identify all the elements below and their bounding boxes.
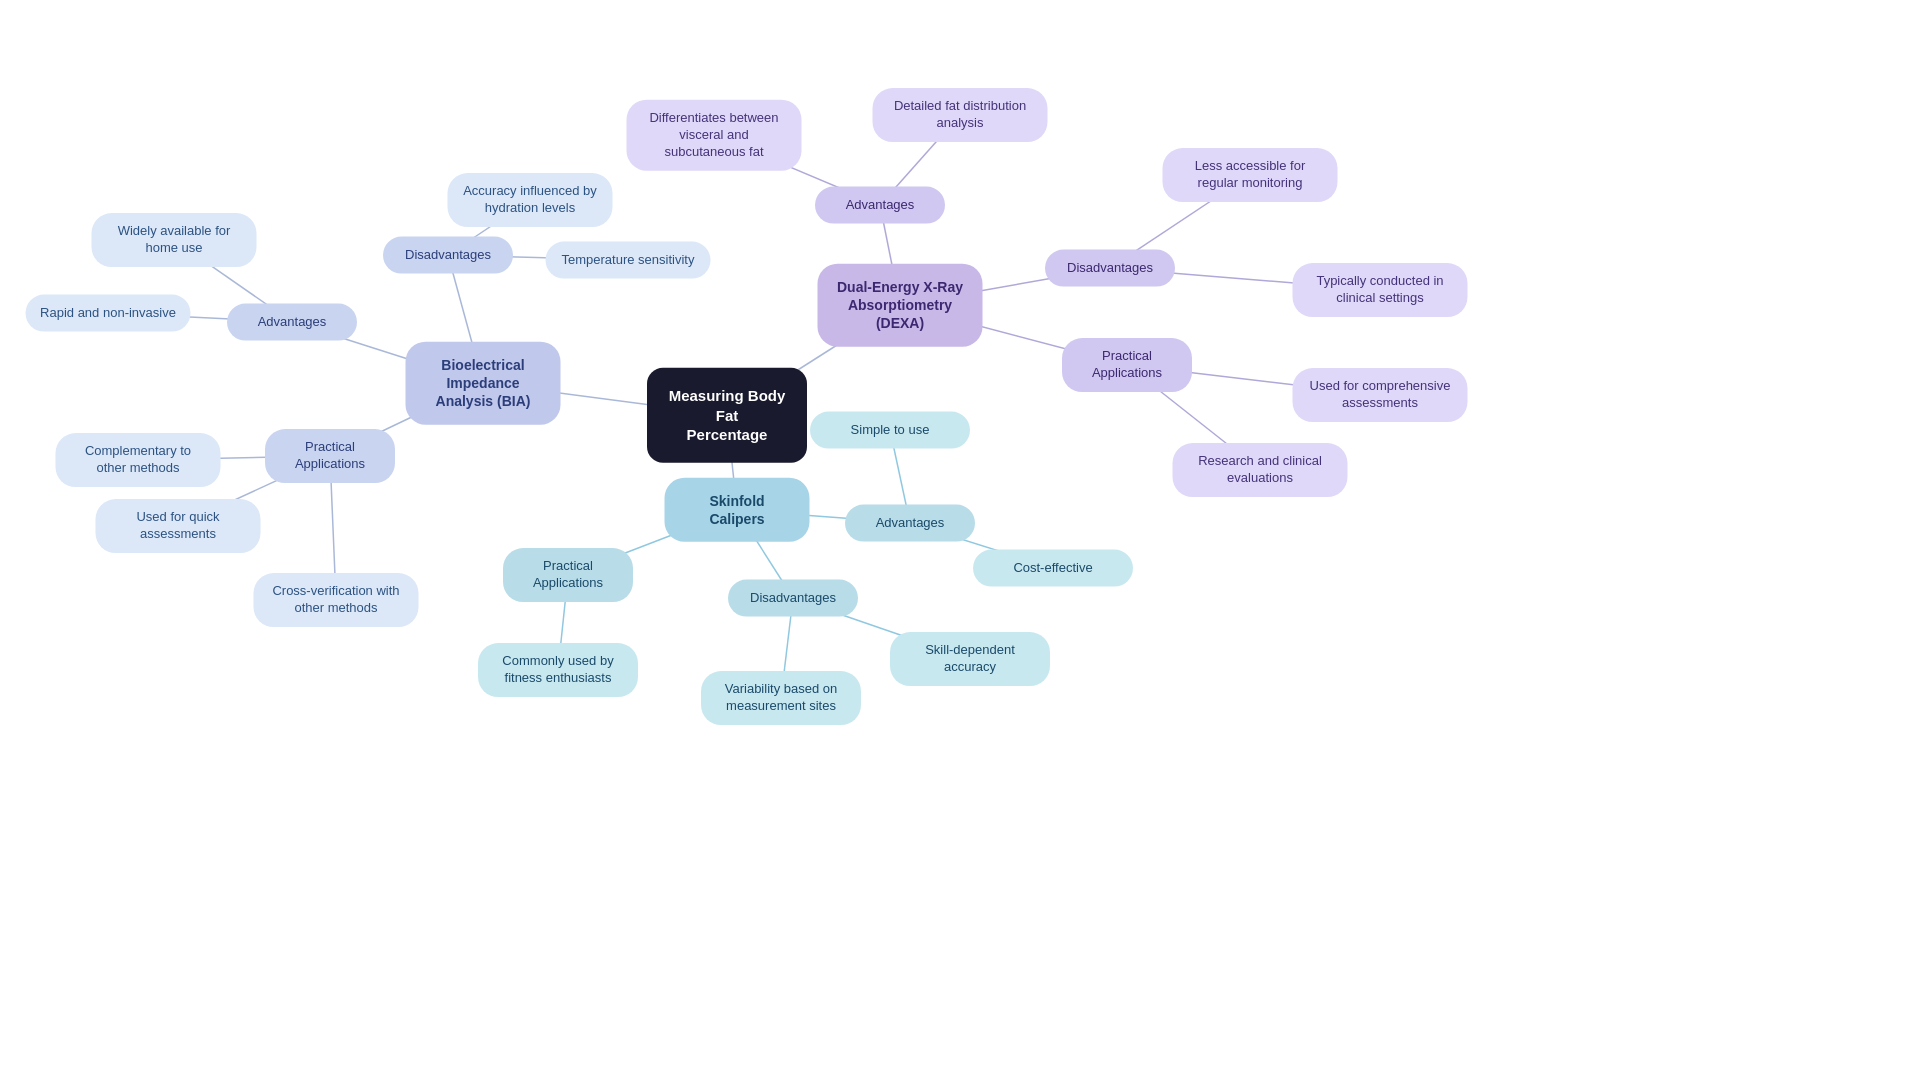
- skin-disadvantages-node[interactable]: Disadvantages: [728, 580, 858, 617]
- center-node[interactable]: Measuring Body FatPercentage: [647, 368, 807, 463]
- bia-node[interactable]: Bioelectrical ImpedanceAnalysis (BIA): [406, 342, 561, 425]
- skin-adv-leaf-2[interactable]: Cost-effective: [973, 550, 1133, 587]
- skin-adv-leaf-1[interactable]: Simple to use: [810, 412, 970, 449]
- skin-dis-leaf-1[interactable]: Variability based on measurement sites: [701, 671, 861, 725]
- dexa-advantages-node[interactable]: Advantages: [815, 187, 945, 224]
- dexa-prac-leaf-2[interactable]: Research and clinical evaluations: [1173, 443, 1348, 497]
- bia-disadvantages-node[interactable]: Disadvantages: [383, 237, 513, 274]
- bia-dis-leaf-1[interactable]: Accuracy influenced by hydration levels: [448, 173, 613, 227]
- dexa-node[interactable]: Dual-Energy X-RayAbsorptiometry (DEXA): [818, 264, 983, 347]
- dexa-practical-node[interactable]: Practical Applications: [1062, 338, 1192, 392]
- skinfold-node[interactable]: Skinfold Calipers: [665, 478, 810, 542]
- bia-dis-leaf-2[interactable]: Temperature sensitivity: [546, 242, 711, 279]
- bia-advantages-node[interactable]: Advantages: [227, 304, 357, 341]
- bia-adv-leaf-1[interactable]: Widely available for home use: [92, 213, 257, 267]
- bia-prac-leaf-3[interactable]: Cross-verification with other methods: [254, 573, 419, 627]
- dexa-disadvantages-node[interactable]: Disadvantages: [1045, 250, 1175, 287]
- dexa-prac-leaf-1[interactable]: Used for comprehensive assessments: [1293, 368, 1468, 422]
- bia-prac-leaf-1[interactable]: Complementary to other methods: [56, 433, 221, 487]
- dexa-dis-leaf-1[interactable]: Less accessible for regular monitoring: [1163, 148, 1338, 202]
- dexa-dis-leaf-2[interactable]: Typically conducted in clinical settings: [1293, 263, 1468, 317]
- bia-prac-leaf-2[interactable]: Used for quick assessments: [96, 499, 261, 553]
- skin-dis-leaf-2[interactable]: Skill-dependent accuracy: [890, 632, 1050, 686]
- skin-prac-leaf-1[interactable]: Commonly used by fitness enthusiasts: [478, 643, 638, 697]
- dexa-adv-leaf-1[interactable]: Detailed fat distribution analysis: [873, 88, 1048, 142]
- bia-adv-leaf-2[interactable]: Rapid and non-invasive: [26, 295, 191, 332]
- dexa-adv-leaf-2[interactable]: Differentiates between visceral and subc…: [627, 100, 802, 171]
- skin-practical-node[interactable]: Practical Applications: [503, 548, 633, 602]
- skin-advantages-node[interactable]: Advantages: [845, 505, 975, 542]
- bia-practical-node[interactable]: Practical Applications: [265, 429, 395, 483]
